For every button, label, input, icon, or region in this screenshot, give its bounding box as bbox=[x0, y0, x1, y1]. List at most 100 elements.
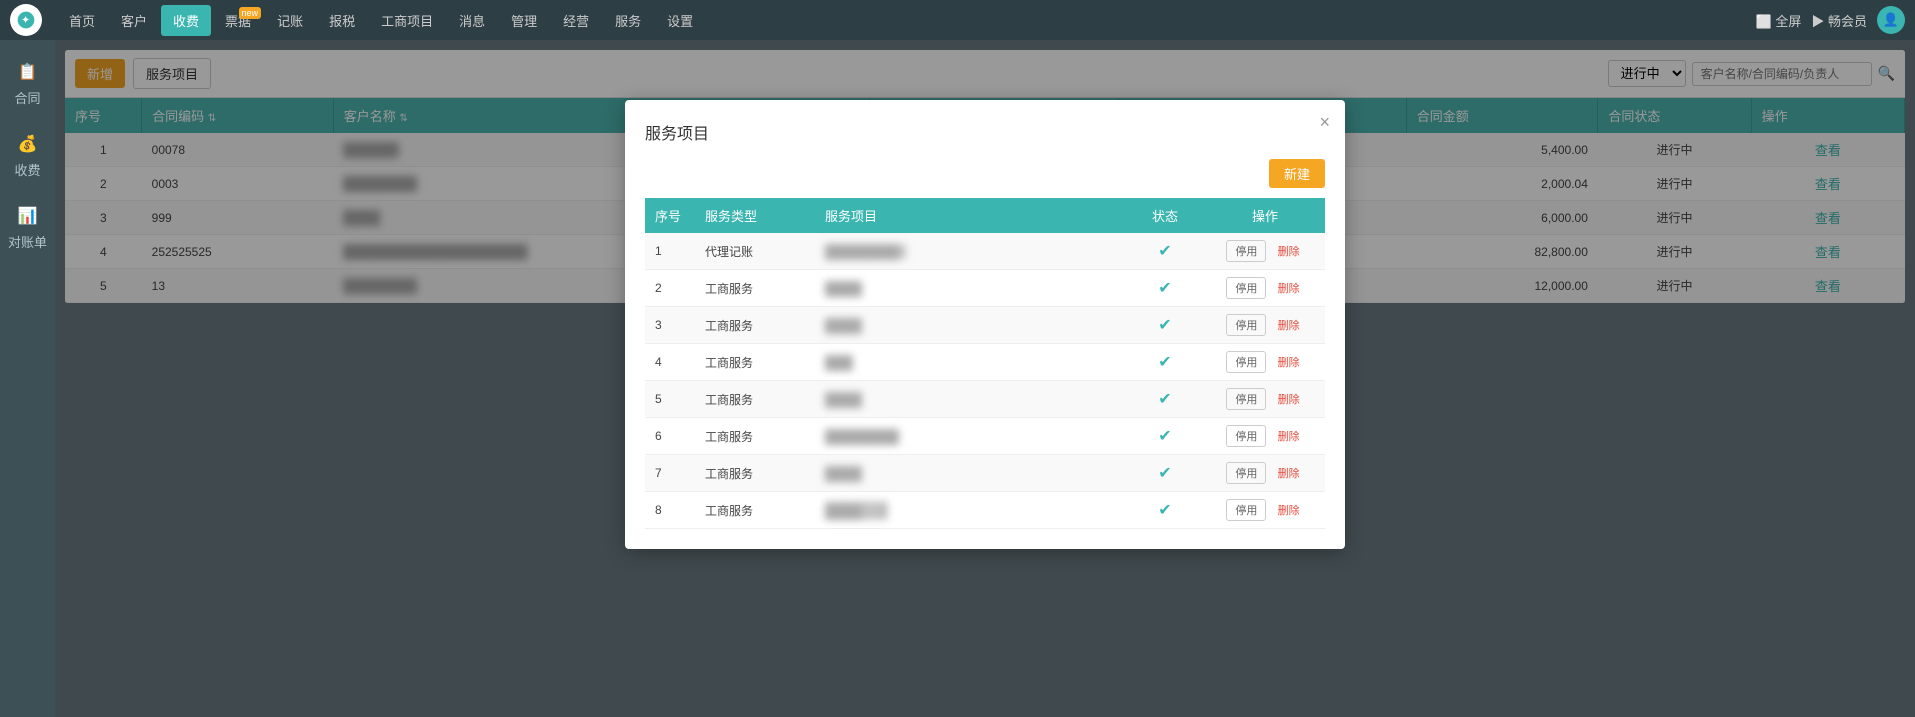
sidebar-item-reconciliation[interactable]: 📊 对账单 bbox=[0, 194, 55, 261]
modal-cell-type: 工商服务 bbox=[695, 344, 815, 381]
modal-cell-seq: 1 bbox=[645, 233, 695, 270]
nav-settings[interactable]: 设置 bbox=[655, 5, 705, 36]
status-check-icon: ✔ bbox=[1158, 317, 1171, 334]
modal-cell-status: ✔ bbox=[1125, 381, 1205, 418]
nav-service[interactable]: 服务 bbox=[603, 5, 653, 36]
delete-button[interactable]: 删除 bbox=[1274, 426, 1304, 446]
top-nav-right: ⬜ 全屏 ▶ 畅会员 👤 bbox=[1756, 6, 1905, 34]
modal-cell-item: ████注册 bbox=[815, 492, 1125, 529]
nav-industry[interactable]: 工商项目 bbox=[369, 5, 445, 36]
modal-cell-type: 代理记账 bbox=[695, 233, 815, 270]
modal-col-action: 操作 bbox=[1205, 198, 1325, 233]
modal-cell-seq: 3 bbox=[645, 307, 695, 344]
modal-cell-type: 工商服务 bbox=[695, 270, 815, 307]
modal-cell-status: ✔ bbox=[1125, 418, 1205, 455]
svg-text:✦: ✦ bbox=[21, 14, 30, 26]
modal-new-button[interactable]: 新建 bbox=[1269, 159, 1325, 188]
disable-button[interactable]: 停用 bbox=[1226, 388, 1266, 410]
status-check-icon: ✔ bbox=[1158, 465, 1171, 482]
delete-button[interactable]: 删除 bbox=[1274, 278, 1304, 298]
modal-cell-seq: 6 bbox=[645, 418, 695, 455]
nav-bill[interactable]: 票据 new bbox=[213, 5, 263, 36]
modal-cell-seq: 2 bbox=[645, 270, 695, 307]
disable-button[interactable]: 停用 bbox=[1226, 425, 1266, 447]
disable-button[interactable]: 停用 bbox=[1226, 277, 1266, 299]
nav-business[interactable]: 经营 bbox=[551, 5, 601, 36]
main-content: 新增 服务项目 进行中 全部 已结束 🔍 序号 合同编码 ⇅ bbox=[55, 40, 1915, 717]
sidebar-item-reconciliation-label: 对账单 bbox=[8, 232, 47, 251]
modal-table-row: 7 工商服务 ████ ✔ 停用 删除 bbox=[645, 455, 1325, 492]
modal-cell-actions: 停用 删除 bbox=[1205, 344, 1325, 381]
nav-tax[interactable]: 报税 bbox=[317, 5, 367, 36]
modal-cell-status: ✔ bbox=[1125, 307, 1205, 344]
member-btn[interactable]: ▶ 畅会员 bbox=[1811, 11, 1867, 30]
modal-cell-actions: 停用 删除 bbox=[1205, 455, 1325, 492]
modal-table-row: 1 代理记账 ████████1 ✔ 停用 删除 bbox=[645, 233, 1325, 270]
nav-fee[interactable]: 收费 bbox=[161, 5, 211, 36]
contract-icon: 📋 bbox=[16, 60, 40, 84]
delete-button[interactable]: 删除 bbox=[1274, 389, 1304, 409]
modal-toolbar: 新建 bbox=[645, 159, 1325, 188]
service-item-modal: 服务项目 × 新建 序号 服务类型 服务项目 状态 操作 bbox=[625, 100, 1345, 549]
sidebar-item-fee[interactable]: 💰 收费 bbox=[0, 122, 55, 189]
modal-cell-item: ████████1 bbox=[815, 233, 1125, 270]
modal-table-row: 5 工商服务 ████ ✔ 停用 删除 bbox=[645, 381, 1325, 418]
modal-cell-seq: 8 bbox=[645, 492, 695, 529]
modal-cell-type: 工商服务 bbox=[695, 455, 815, 492]
sidebar-item-contract[interactable]: 📋 合同 bbox=[0, 50, 55, 117]
modal-cell-item: ████ bbox=[815, 455, 1125, 492]
disable-button[interactable]: 停用 bbox=[1226, 314, 1266, 336]
modal-cell-type: 工商服务 bbox=[695, 492, 815, 529]
delete-button[interactable]: 删除 bbox=[1274, 315, 1304, 335]
modal-cell-actions: 停用 删除 bbox=[1205, 270, 1325, 307]
modal-cell-item: ████ bbox=[815, 381, 1125, 418]
nav-home[interactable]: 首页 bbox=[57, 5, 107, 36]
reconciliation-icon: 📊 bbox=[16, 204, 40, 228]
modal-cell-item: ████ bbox=[815, 270, 1125, 307]
status-check-icon: ✔ bbox=[1158, 354, 1171, 371]
status-check-icon: ✔ bbox=[1158, 243, 1171, 260]
fullscreen-btn[interactable]: ⬜ 全屏 bbox=[1756, 11, 1802, 30]
sidebar-item-fee-label: 收费 bbox=[14, 160, 40, 179]
modal-cell-actions: 停用 删除 bbox=[1205, 307, 1325, 344]
modal-close-button[interactable]: × bbox=[1319, 112, 1330, 133]
delete-button[interactable]: 删除 bbox=[1274, 500, 1304, 520]
modal-scroll-area[interactable]: 序号 服务类型 服务项目 状态 操作 1 代理记账 ████████1 ✔ 停用… bbox=[645, 198, 1325, 529]
modal-cell-item: ████ bbox=[815, 307, 1125, 344]
status-check-icon: ✔ bbox=[1158, 391, 1171, 408]
modal-cell-actions: 停用 删除 bbox=[1205, 418, 1325, 455]
disable-button[interactable]: 停用 bbox=[1226, 462, 1266, 484]
new-badge: new bbox=[239, 7, 262, 19]
modal-table-row: 6 工商服务 ████████ ✔ 停用 删除 bbox=[645, 418, 1325, 455]
nav-manage[interactable]: 管理 bbox=[499, 5, 549, 36]
modal-table-row: 2 工商服务 ████ ✔ 停用 删除 bbox=[645, 270, 1325, 307]
modal-col-type: 服务类型 bbox=[695, 198, 815, 233]
nav-message[interactable]: 消息 bbox=[447, 5, 497, 36]
left-sidebar: 📋 合同 💰 收费 📊 对账单 bbox=[0, 40, 55, 717]
avatar[interactable]: 👤 bbox=[1877, 6, 1905, 34]
delete-button[interactable]: 删除 bbox=[1274, 241, 1304, 261]
delete-button[interactable]: 删除 bbox=[1274, 352, 1304, 372]
modal-table-row: 8 工商服务 ████注册 ✔ 停用 删除 bbox=[645, 492, 1325, 529]
disable-button[interactable]: 停用 bbox=[1226, 240, 1266, 262]
modal-cell-item: ████████ bbox=[815, 418, 1125, 455]
modal-col-status: 状态 bbox=[1125, 198, 1205, 233]
status-check-icon: ✔ bbox=[1158, 280, 1171, 297]
modal-cell-seq: 7 bbox=[645, 455, 695, 492]
modal-cell-status: ✔ bbox=[1125, 492, 1205, 529]
modal-cell-type: 工商服务 bbox=[695, 381, 815, 418]
sidebar-item-contract-label: 合同 bbox=[14, 88, 40, 107]
disable-button[interactable]: 停用 bbox=[1226, 351, 1266, 373]
modal-title: 服务项目 bbox=[645, 120, 1325, 144]
nav-customer[interactable]: 客户 bbox=[109, 5, 159, 36]
fee-icon: 💰 bbox=[16, 132, 40, 156]
modal-cell-status: ✔ bbox=[1125, 233, 1205, 270]
delete-button[interactable]: 删除 bbox=[1274, 463, 1304, 483]
modal-cell-actions: 停用 删除 bbox=[1205, 233, 1325, 270]
nav-bookkeeping[interactable]: 记账 bbox=[265, 5, 315, 36]
modal-cell-status: ✔ bbox=[1125, 270, 1205, 307]
modal-cell-seq: 5 bbox=[645, 381, 695, 418]
status-check-icon: ✔ bbox=[1158, 502, 1171, 519]
disable-button[interactable]: 停用 bbox=[1226, 499, 1266, 521]
status-check-icon: ✔ bbox=[1158, 428, 1171, 445]
